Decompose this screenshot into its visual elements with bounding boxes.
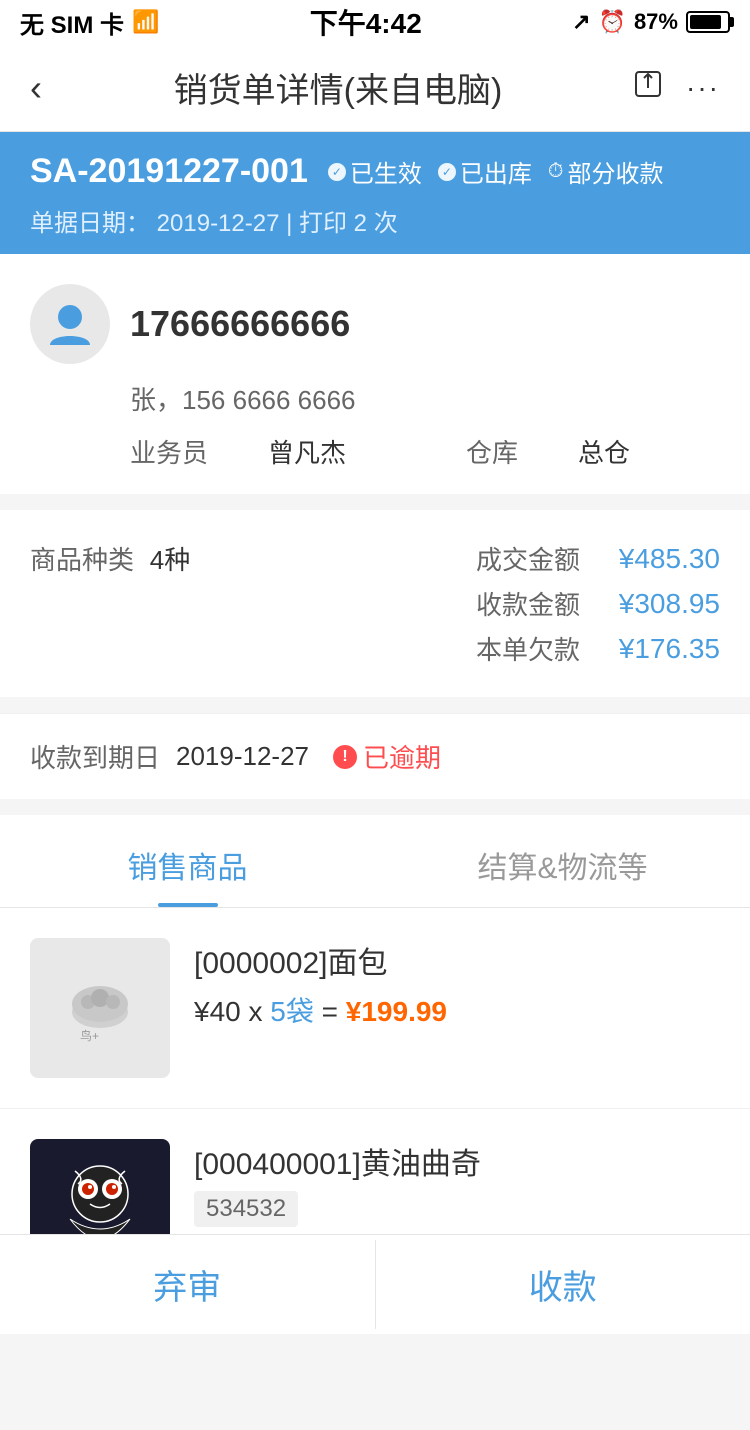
product-code-bread: [0000002]面包 — [194, 947, 387, 980]
collect-payment-label: 收款 — [529, 1269, 597, 1307]
customer-section: 17666666666 张，156 6666 6666 业务员 曾凡杰 仓库 总… — [0, 254, 750, 494]
status-bar: 无 SIM 卡 📶 下午4:42 ↗ ⏰ 87% — [0, 0, 750, 44]
svg-text:鸟+: 鸟+ — [80, 1028, 99, 1043]
stats-right: 成交金额 ¥485.30 收款金额 ¥308.95 本单欠款 ¥176.35 — [476, 540, 720, 667]
category-count: 4种 — [150, 545, 190, 575]
product-sku-cookies: 534532 — [194, 1191, 298, 1227]
overdue-badge: ! 已逾期 — [333, 738, 441, 775]
bottom-bar: 弃审 收款 — [0, 1234, 750, 1334]
effective-label: 已生效 — [350, 154, 422, 189]
category-label: 商品种类 — [30, 545, 134, 575]
deal-row: 成交金额 ¥485.30 — [476, 540, 720, 577]
stats-row: 商品种类 4种 成交金额 ¥485.30 收款金额 ¥308.95 本单欠款 ¥… — [30, 540, 720, 667]
overdue-dot-icon: ! — [333, 745, 357, 769]
more-icon[interactable]: ··· — [686, 72, 720, 104]
print-info: | 打印 2 次 — [286, 210, 398, 237]
section-divider — [0, 799, 750, 815]
status-shipped: ✓ 已出库 — [438, 154, 532, 189]
warehouse-label: 仓库 — [466, 433, 518, 470]
due-section: 收款到期日 2019-12-27 ! 已逾期 — [0, 713, 750, 799]
battery-fill — [690, 15, 721, 29]
deal-label: 成交金额 — [476, 540, 580, 577]
carrier-label: 无 SIM 卡 — [20, 5, 124, 40]
status-right: ↗ ⏰ 87% — [572, 9, 730, 35]
cancel-review-label: 弃审 — [153, 1269, 221, 1307]
warehouse-name: 总仓 — [578, 433, 630, 470]
page-title: 销货单详情(来自电脑) — [174, 63, 503, 112]
customer-name: 17666666666 — [130, 303, 350, 345]
header-banner: SA-20191227-001 ✓ 已生效 ✓ 已出库 ⏱ 部分收款 单据日期：… — [0, 132, 750, 254]
sales-label: 业务员 — [130, 433, 208, 470]
product-name-bread: [0000002]面包 — [194, 938, 720, 982]
battery-bar — [686, 11, 730, 33]
partial-label: 部分收款 — [568, 154, 664, 189]
debt-row: 本单欠款 ¥176.35 — [476, 630, 720, 667]
sales-name: 曾凡杰 — [268, 433, 346, 470]
deal-value: ¥485.30 — [600, 543, 720, 575]
due-label: 收款到期日 — [30, 738, 160, 775]
tab-settlement[interactable]: 结算&物流等 — [375, 815, 750, 907]
customer-meta: 业务员 曾凡杰 仓库 总仓 — [30, 433, 720, 470]
status-partial: ⏱ 部分收款 — [548, 154, 664, 189]
gps-icon: ↗ — [572, 9, 590, 35]
alarm-icon: ⏰ — [599, 9, 626, 35]
nav-actions: ··· — [634, 70, 720, 106]
status-left: 无 SIM 卡 📶 — [20, 5, 159, 40]
received-row: 收款金额 ¥308.95 — [476, 585, 720, 622]
wifi-icon: 📶 — [132, 9, 159, 35]
customer-row: 17666666666 — [30, 284, 720, 364]
tabs-section: 销售商品 结算&物流等 — [0, 815, 750, 908]
avatar — [30, 284, 110, 364]
nav-bar: ‹ 销货单详情(来自电脑) ··· — [0, 44, 750, 132]
product-thumb-bread: 鸟+ — [30, 938, 170, 1078]
stats-section: 商品种类 4种 成交金额 ¥485.30 收款金额 ¥308.95 本单欠款 ¥… — [0, 510, 750, 697]
shipped-dot: ✓ — [438, 163, 456, 181]
debt-value: ¥176.35 — [600, 633, 720, 665]
effective-dot: ✓ — [328, 163, 346, 181]
product-name-cookies: [000400001]黄油曲奇 — [194, 1139, 720, 1183]
date-value: 2019-12-27 — [157, 210, 280, 237]
overdue-text: 已逾期 — [363, 738, 441, 775]
collect-payment-button[interactable]: 收款 — [376, 1240, 750, 1329]
debt-label: 本单欠款 — [476, 630, 580, 667]
date-label: 单据日期： — [30, 210, 150, 237]
received-label: 收款金额 — [476, 585, 580, 622]
battery-percent: 87% — [634, 9, 678, 35]
share-icon[interactable] — [634, 70, 662, 106]
order-id: SA-20191227-001 — [30, 152, 308, 191]
product-info-bread: [0000002]面包 ¥40 x 5袋 = ¥199.99 — [194, 938, 720, 1030]
stats-left: 商品种类 4种 — [30, 540, 190, 577]
product-price-bread: ¥40 x 5袋 = ¥199.99 — [194, 990, 720, 1030]
cancel-review-button[interactable]: 弃审 — [0, 1240, 376, 1329]
status-effective: ✓ 已生效 — [328, 154, 422, 189]
product-item-bread: 鸟+ [0000002]面包 ¥40 x 5袋 = ¥199.99 — [0, 908, 750, 1109]
customer-phone: 张，156 6666 6666 — [30, 380, 720, 417]
time-label: 下午4:42 — [310, 2, 422, 42]
received-value: ¥308.95 — [600, 588, 720, 620]
due-date-value: 2019-12-27 — [176, 741, 309, 772]
banner-top: SA-20191227-001 ✓ 已生效 ✓ 已出库 ⏱ 部分收款 — [30, 152, 720, 191]
shipped-label: 已出库 — [460, 154, 532, 189]
tab-sales-products[interactable]: 销售商品 — [0, 815, 375, 907]
back-button[interactable]: ‹ — [30, 67, 42, 109]
status-tags: ✓ 已生效 ✓ 已出库 ⏱ 部分收款 — [328, 154, 664, 189]
banner-date: 单据日期： 2019-12-27 | 打印 2 次 — [30, 203, 720, 238]
